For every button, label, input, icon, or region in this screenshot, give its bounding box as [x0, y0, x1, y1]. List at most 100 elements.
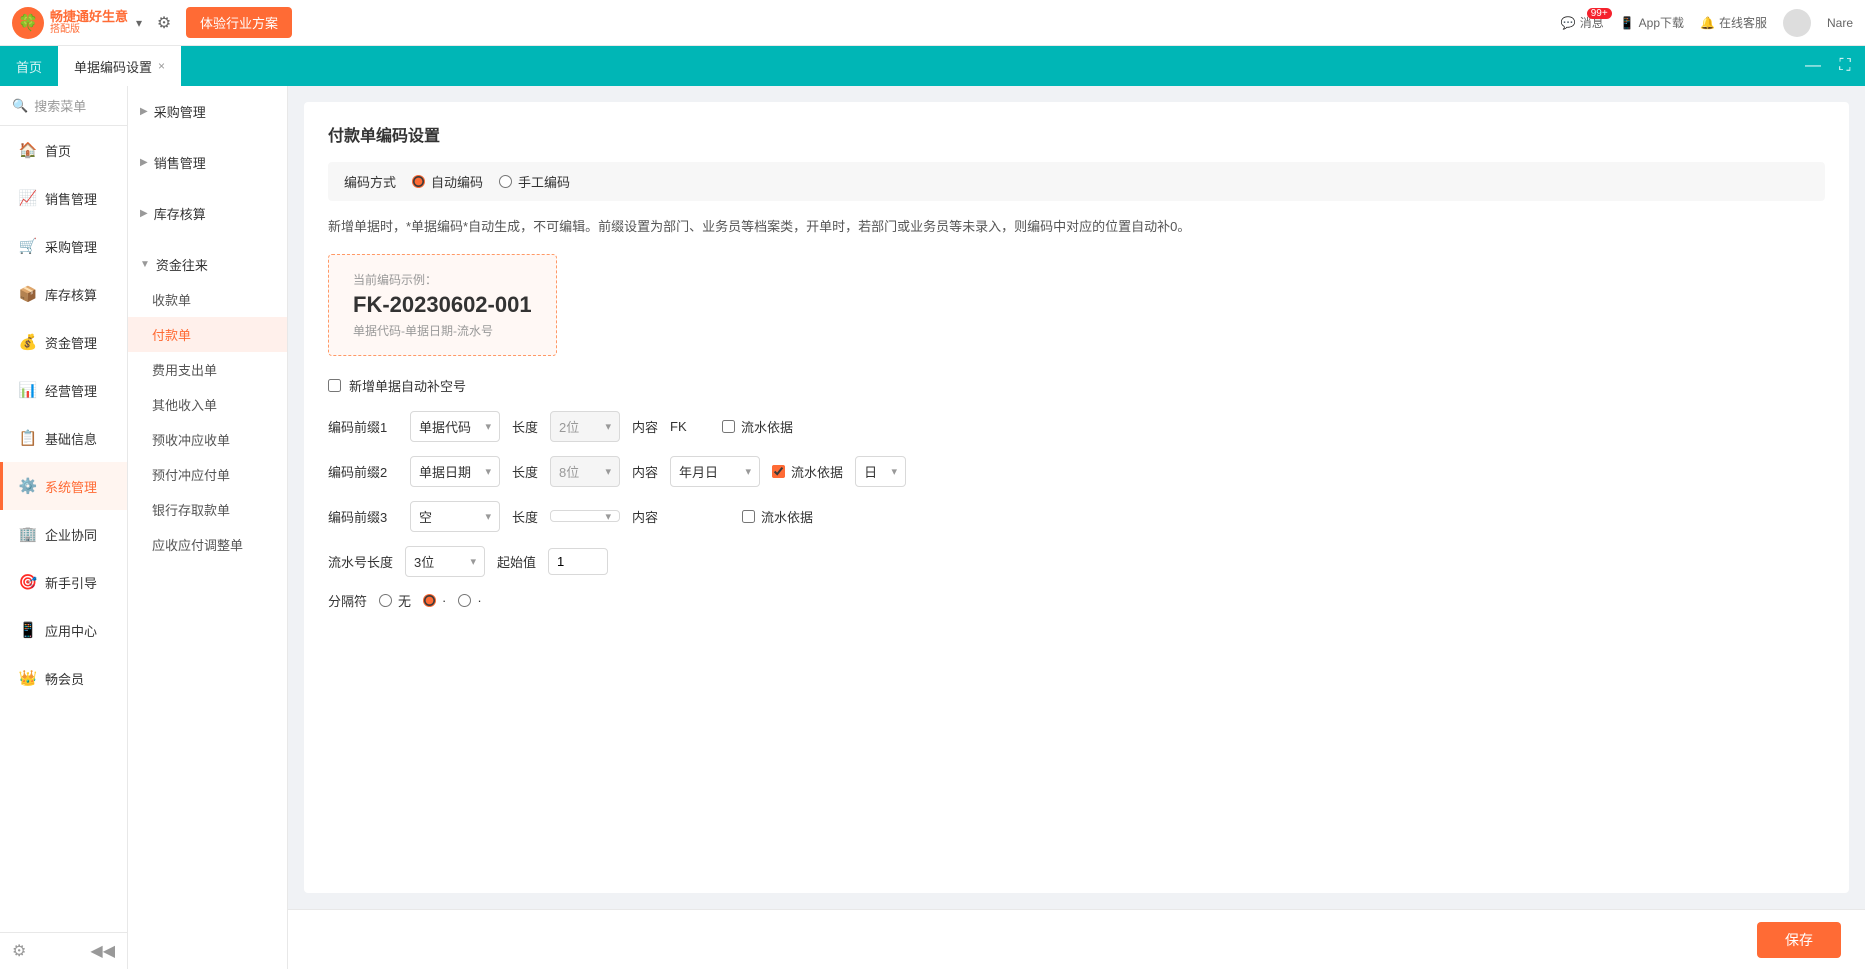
- length1-select[interactable]: 2位: [550, 411, 620, 442]
- app-download-button[interactable]: 📱 App下载: [1620, 14, 1684, 31]
- auto-fill-label: 新增单据自动补空号: [349, 376, 466, 395]
- sidebar-item-basic-info[interactable]: 📋 基础信息: [0, 414, 127, 462]
- sidebar-item-inventory[interactable]: 📦 库存核算: [0, 270, 127, 318]
- separator-dot-radio[interactable]: [423, 594, 436, 607]
- sec-header-purchase[interactable]: ▶ 采购管理: [128, 94, 287, 129]
- member-icon: 👑: [19, 669, 37, 687]
- serial-length-select[interactable]: 3位: [405, 546, 485, 577]
- sec-group-sales: ▶ 销售管理: [128, 137, 287, 188]
- sidebar-item-enterprise[interactable]: 🏢 企业协同: [0, 510, 127, 558]
- auto-encoding-option[interactable]: 自动编码: [412, 172, 483, 191]
- sec-item-expense[interactable]: 费用支出单: [128, 352, 287, 387]
- serial-check-1-input[interactable]: [722, 420, 735, 433]
- sidebar-item-funds-label: 资金管理: [45, 333, 97, 352]
- username: Nare: [1827, 16, 1853, 30]
- trial-button[interactable]: 体验行业方案: [186, 7, 292, 38]
- sec-item-payment[interactable]: 付款单: [128, 317, 287, 352]
- tab-close-icon[interactable]: ×: [158, 59, 165, 73]
- guide-icon: 🎯: [19, 573, 37, 591]
- workspace-dropdown[interactable]: ▾: [136, 16, 142, 30]
- length-label-1: 长度: [512, 417, 538, 436]
- download-icon: 📱: [1620, 16, 1635, 30]
- serial-length-row: 流水号长度 3位 起始值: [328, 546, 1825, 577]
- save-button[interactable]: 保存: [1757, 922, 1841, 958]
- content-label-2: 内容: [632, 462, 658, 481]
- sec-item-bank-deposit[interactable]: 银行存取款单: [128, 492, 287, 527]
- prefix2-select[interactable]: 单据日期: [410, 456, 500, 487]
- sec-header-inventory[interactable]: ▶ 库存核算: [128, 196, 287, 231]
- settings-icon[interactable]: ⚙: [150, 9, 178, 37]
- serial-checkbox-3[interactable]: 流水依据: [742, 507, 813, 526]
- serial-checkbox-1[interactable]: 流水依据: [722, 417, 793, 436]
- length-label-3: 长度: [512, 507, 538, 526]
- content-label-3: 内容: [632, 507, 658, 526]
- sec-item-ar-ap-adjust[interactable]: 应收应付调整单: [128, 527, 287, 562]
- basic-info-icon: 📋: [19, 429, 37, 447]
- brand-title: 畅捷通好生意: [50, 9, 128, 25]
- manual-encoding-radio[interactable]: [499, 175, 512, 188]
- main-layout: 🔍 搜索菜单 🏠 首页 📈 销售管理 🛒 采购管理 📦 库存核算 💰 资金管理 …: [0, 86, 1865, 969]
- online-service-button[interactable]: 🔔 在线客服: [1700, 14, 1767, 31]
- serial-checkbox-2[interactable]: 流水依据: [772, 462, 843, 481]
- tab-serial-settings[interactable]: 单据编码设置 ×: [58, 46, 181, 86]
- form-row-prefix2: 编码前缀2 单据日期 长度 8位 内容 年月日 流水依据 日: [328, 456, 1825, 487]
- prefix3-select[interactable]: 空: [410, 501, 500, 532]
- separator-none-radio[interactable]: [379, 594, 392, 607]
- tab-home[interactable]: 首页: [0, 46, 58, 86]
- operations-icon: 📊: [19, 381, 37, 399]
- sidebar-item-guide-label: 新手引导: [45, 573, 97, 592]
- serial-check-1-label: 流水依据: [741, 417, 793, 436]
- inventory-icon: 📦: [19, 285, 37, 303]
- nav-minimize-icon[interactable]: —: [1801, 54, 1825, 78]
- separator-dot2[interactable]: ·: [458, 593, 481, 608]
- sidebar-item-guide[interactable]: 🎯 新手引导: [0, 558, 127, 606]
- separator-dot[interactable]: ·: [423, 593, 446, 608]
- separator-dot2-label: ·: [477, 593, 481, 608]
- separator-options: 无 · ·: [379, 591, 482, 610]
- auto-fill-checkbox[interactable]: [328, 379, 341, 392]
- serial-unit-select[interactable]: 日: [855, 456, 906, 487]
- sidebar-settings-icon[interactable]: ⚙: [12, 941, 26, 961]
- sidebar-item-funds[interactable]: 💰 资金管理: [0, 318, 127, 366]
- sidebar-item-sales[interactable]: 📈 销售管理: [0, 174, 127, 222]
- auto-encoding-radio[interactable]: [412, 175, 425, 188]
- brand-logo: 🍀 畅捷通好生意 搭配版: [12, 7, 128, 39]
- prefix1-select[interactable]: 单据代码: [410, 411, 500, 442]
- message-button[interactable]: 💬 消息 99+: [1561, 14, 1604, 31]
- sec-header-sales[interactable]: ▶ 销售管理: [128, 145, 287, 180]
- length-label-2: 长度: [512, 462, 538, 481]
- sidebar-item-system[interactable]: ⚙️ 系统管理: [0, 462, 127, 510]
- length2-select[interactable]: 8位: [550, 456, 620, 487]
- encoding-method-label: 编码方式: [344, 172, 396, 191]
- sec-item-other-income[interactable]: 其他收入单: [128, 387, 287, 422]
- sidebar-item-operations[interactable]: 📊 经营管理: [0, 366, 127, 414]
- nav-expand-icon[interactable]: ⛶: [1833, 54, 1857, 78]
- sidebar-item-home[interactable]: 🏠 首页: [0, 126, 127, 174]
- serial-check-3-input[interactable]: [742, 510, 755, 523]
- sec-item-advance-receivable[interactable]: 预收冲应收单: [128, 422, 287, 457]
- bottom-bar: 保存: [288, 909, 1865, 969]
- sidebar-item-purchase[interactable]: 🛒 采购管理: [0, 222, 127, 270]
- content2-select[interactable]: 年月日: [670, 456, 760, 487]
- page-title: 付款单编码设置: [328, 122, 1825, 146]
- code-preview-label: 当前编码示例：: [353, 271, 532, 288]
- sec-header-funds[interactable]: ▼ 资金往来: [128, 247, 287, 282]
- separator-dot2-radio[interactable]: [458, 594, 471, 607]
- separator-label: 分隔符: [328, 591, 367, 610]
- sec-group-funds: ▼ 资金往来 收款单 付款单 费用支出单 其他收入单 预收冲应收单 预付冲应付单…: [128, 239, 287, 570]
- sidebar-item-app-center[interactable]: 📱 应用中心: [0, 606, 127, 654]
- sidebar-collapse-icon[interactable]: ◀◀: [90, 941, 115, 961]
- start-value-input[interactable]: [548, 548, 608, 575]
- sidebar-search[interactable]: 🔍 搜索菜单: [0, 86, 127, 126]
- sidebar-item-member[interactable]: 👑 畅会员: [0, 654, 127, 702]
- sec-item-receipt[interactable]: 收款单: [128, 282, 287, 317]
- separator-none[interactable]: 无: [379, 591, 411, 610]
- manual-encoding-option[interactable]: 手工编码: [499, 172, 570, 191]
- header-right: 💬 消息 99+ 📱 App下载 🔔 在线客服 Nare: [1561, 9, 1853, 37]
- sidebar-item-sales-label: 销售管理: [45, 189, 97, 208]
- length3-select[interactable]: [550, 510, 620, 522]
- serial-check-2-input[interactable]: [772, 465, 785, 478]
- sec-item-advance-payable[interactable]: 预付冲应付单: [128, 457, 287, 492]
- sidebar-item-enterprise-label: 企业协同: [45, 525, 97, 544]
- form-row-prefix3: 编码前缀3 空 长度 内容 流水依据: [328, 501, 1825, 532]
